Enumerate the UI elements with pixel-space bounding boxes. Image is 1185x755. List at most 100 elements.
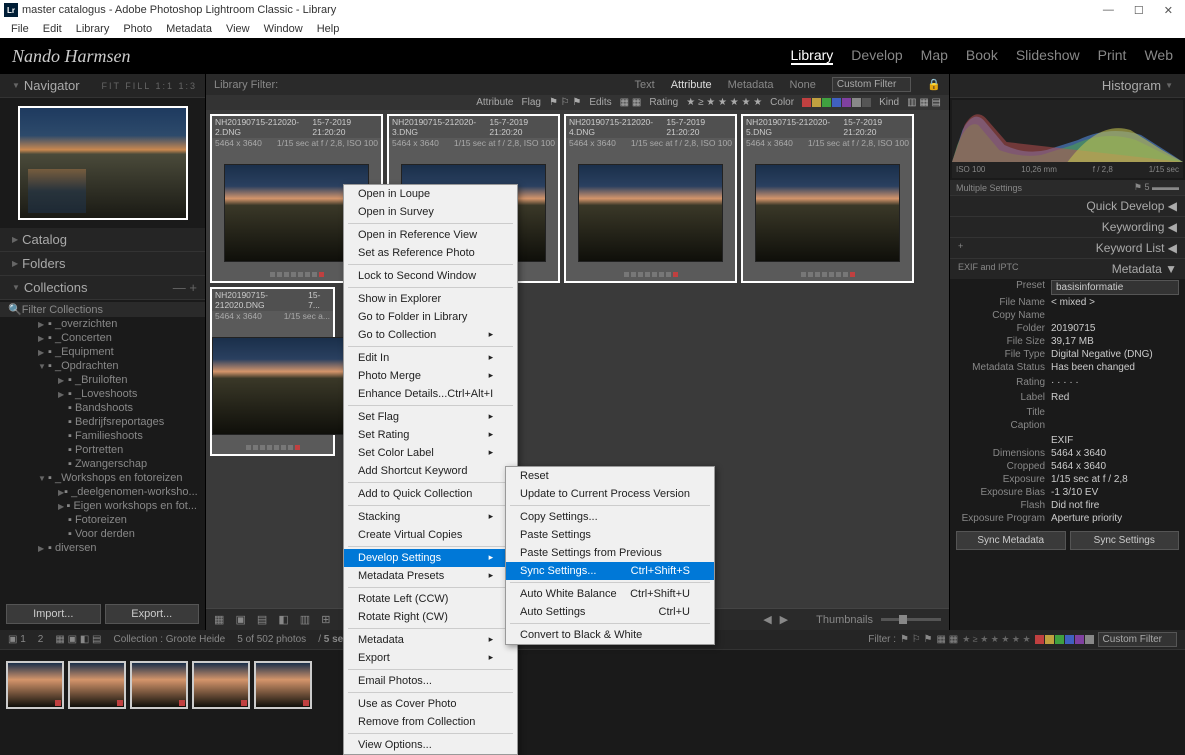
menu-item[interactable]: Paste Settings from Previous bbox=[506, 544, 714, 562]
menu-help[interactable]: Help bbox=[310, 23, 347, 35]
filmstrip[interactable] bbox=[0, 649, 1185, 719]
minimize-button[interactable]: — bbox=[1103, 4, 1114, 17]
menu-item[interactable]: Set Rating bbox=[344, 426, 517, 444]
menu-item[interactable]: Remove from Collection bbox=[344, 713, 517, 731]
menu-item[interactable]: Go to Folder in Library bbox=[344, 308, 517, 326]
menu-item[interactable]: Rotate Right (CW) bbox=[344, 608, 517, 626]
menu-item[interactable]: Email Photos... bbox=[344, 672, 517, 690]
collection-item[interactable]: ▶▪ _deelgenomen-worksho... bbox=[0, 485, 205, 499]
collection-item[interactable]: ▶▪ _Bruiloften bbox=[0, 373, 205, 387]
menu-item[interactable]: Reset bbox=[506, 467, 714, 485]
collections-header[interactable]: ▼Collections— + bbox=[0, 276, 205, 300]
filter-flags[interactable]: ⚑ ⚐ ⚑ bbox=[900, 634, 932, 645]
menu-item[interactable]: Update to Current Process Version bbox=[506, 485, 714, 503]
folders-header[interactable]: ▶Folders bbox=[0, 252, 205, 276]
grid-cell[interactable]: NH20190715-212020.DNG15-7...5464 x 36401… bbox=[210, 287, 335, 456]
navigator-preview[interactable] bbox=[18, 106, 188, 220]
filmstrip-thumb[interactable] bbox=[130, 661, 188, 709]
menu-window[interactable]: Window bbox=[257, 23, 310, 35]
grid-icons[interactable]: ▦ ▣ ◧ ▤ bbox=[55, 634, 101, 645]
import-button[interactable]: Import... bbox=[6, 604, 101, 624]
module-book[interactable]: Book bbox=[966, 47, 998, 65]
menu-metadata[interactable]: Metadata bbox=[159, 23, 219, 35]
context-menu-develop-settings[interactable]: ResetUpdate to Current Process Version Co… bbox=[505, 466, 715, 645]
collection-item[interactable]: ▶▪ diversen bbox=[0, 541, 205, 555]
quick-develop-header[interactable]: Quick Develop ◀ bbox=[950, 195, 1185, 216]
menu-item[interactable]: Metadata Presets bbox=[344, 567, 517, 585]
menu-item[interactable]: Show in Explorer bbox=[344, 290, 517, 308]
menu-item[interactable]: Go to Collection bbox=[344, 326, 517, 344]
collection-item[interactable]: ▪ Fotoreizen bbox=[0, 513, 205, 527]
kind-icons[interactable]: ▥ ▦ ▤ bbox=[907, 97, 941, 108]
menu-item[interactable]: Create Virtual Copies bbox=[344, 526, 517, 544]
menu-item[interactable]: Copy Settings... bbox=[506, 508, 714, 526]
thumb-size-slider[interactable] bbox=[881, 618, 941, 621]
menu-item[interactable]: Develop Settings bbox=[344, 549, 517, 567]
collection-item[interactable]: ▪ Bandshoots bbox=[0, 401, 205, 415]
export-button[interactable]: Export... bbox=[105, 604, 200, 624]
filmstrip-thumb[interactable] bbox=[192, 661, 250, 709]
menu-item[interactable]: Export bbox=[344, 649, 517, 667]
menu-item[interactable]: Add to Quick Collection bbox=[344, 485, 517, 503]
filter-none[interactable]: None bbox=[790, 79, 816, 91]
menu-item[interactable]: Photo Merge bbox=[344, 367, 517, 385]
metadata-header[interactable]: EXIF and IPTCMetadata ▼ bbox=[950, 258, 1185, 279]
maximize-button[interactable]: ☐ bbox=[1134, 4, 1144, 17]
collection-item[interactable]: ▪ Zwangerschap bbox=[0, 457, 205, 471]
histogram[interactable]: ISO 100 10,26 mm f / 2,8 1/15 sec bbox=[952, 100, 1183, 178]
collection-item[interactable]: ▶▪ _Loveshoots bbox=[0, 387, 205, 401]
context-menu-main[interactable]: Open in LoupeOpen in Survey Open in Refer… bbox=[343, 184, 518, 755]
menu-item[interactable]: Open in Loupe bbox=[344, 185, 517, 203]
filter-colors[interactable] bbox=[1035, 635, 1094, 644]
filmstrip-filter-select[interactable]: Custom Filter bbox=[1098, 632, 1177, 647]
menu-item[interactable]: Convert to Black & White bbox=[506, 626, 714, 644]
menu-view[interactable]: View bbox=[219, 23, 257, 35]
menu-item[interactable]: Set as Reference Photo bbox=[344, 244, 517, 262]
histogram-header[interactable]: Histogram▼ bbox=[950, 74, 1185, 98]
filter-attribute[interactable]: Attribute bbox=[671, 79, 712, 91]
keyword-list-header[interactable]: +Keyword List ◀ bbox=[950, 237, 1185, 258]
grid-cell[interactable]: NH20190715-212020-5.DNG15-7-2019 21:20:2… bbox=[741, 114, 914, 283]
preset-select[interactable]: basisinformatie bbox=[1051, 280, 1179, 295]
module-print[interactable]: Print bbox=[1098, 47, 1127, 65]
close-button[interactable]: ✕ bbox=[1164, 4, 1173, 17]
module-develop[interactable]: Develop bbox=[851, 47, 902, 65]
menu-item[interactable]: Auto SettingsCtrl+U bbox=[506, 603, 714, 621]
rating-stars[interactable]: ★ ≥ ★ ★ ★ ★ ★ bbox=[686, 97, 762, 108]
menu-item[interactable]: Metadata bbox=[344, 631, 517, 649]
menu-item[interactable]: View Options... bbox=[344, 736, 517, 754]
menu-library[interactable]: Library bbox=[69, 23, 117, 35]
menu-item[interactable]: Open in Survey bbox=[344, 203, 517, 221]
menu-item[interactable]: Lock to Second Window bbox=[344, 267, 517, 285]
collection-item[interactable]: ▪ Voor derden bbox=[0, 527, 205, 541]
filmstrip-thumb[interactable] bbox=[68, 661, 126, 709]
menu-photo[interactable]: Photo bbox=[116, 23, 159, 35]
menu-item[interactable]: Rotate Left (CCW) bbox=[344, 590, 517, 608]
module-web[interactable]: Web bbox=[1144, 47, 1173, 65]
menu-item[interactable]: Sync Settings...Ctrl+Shift+S bbox=[506, 562, 714, 580]
menu-item[interactable]: Edit In bbox=[344, 349, 517, 367]
color-swatches[interactable] bbox=[802, 98, 871, 107]
menu-item[interactable]: Open in Reference View bbox=[344, 226, 517, 244]
filter-collections[interactable]: 🔍 Filter Collections bbox=[0, 302, 205, 317]
menu-item[interactable]: Enhance Details...Ctrl+Alt+I bbox=[344, 385, 517, 403]
view-mode-icons[interactable]: ▦ ▣ ▤ ◧ ▥ ⊞ bbox=[214, 613, 334, 626]
collection-item[interactable]: ▪ Portretten bbox=[0, 443, 205, 457]
menu-item[interactable]: Stacking bbox=[344, 508, 517, 526]
edit-icons[interactable]: ▦ ▦ bbox=[620, 97, 642, 108]
menu-item[interactable]: Add Shortcut Keyword bbox=[344, 462, 517, 480]
menu-item[interactable]: Set Color Label bbox=[344, 444, 517, 462]
filmstrip-thumb[interactable] bbox=[6, 661, 64, 709]
collection-item[interactable]: ▶▪ _overzichten bbox=[0, 317, 205, 331]
collection-item[interactable]: ▪ Bedrijfsreportages bbox=[0, 415, 205, 429]
menu-file[interactable]: File bbox=[4, 23, 36, 35]
module-map[interactable]: Map bbox=[921, 47, 948, 65]
grid-cell[interactable]: NH20190715-212020-4.DNG15-7-2019 21:20:2… bbox=[564, 114, 737, 283]
filter-stars[interactable]: ★ ≥ ★ ★ ★ ★ ★ bbox=[962, 634, 1030, 645]
menu-item[interactable]: Set Flag bbox=[344, 408, 517, 426]
lock-icon[interactable]: 🔒 bbox=[927, 78, 941, 91]
window-toggle[interactable]: ▣ 1 bbox=[8, 634, 26, 645]
collection-item[interactable]: ▶▪ Eigen workshops en fot... bbox=[0, 499, 205, 513]
sync-metadata-button[interactable]: Sync Metadata bbox=[956, 531, 1066, 550]
menu-item[interactable]: Auto White BalanceCtrl+Shift+U bbox=[506, 585, 714, 603]
